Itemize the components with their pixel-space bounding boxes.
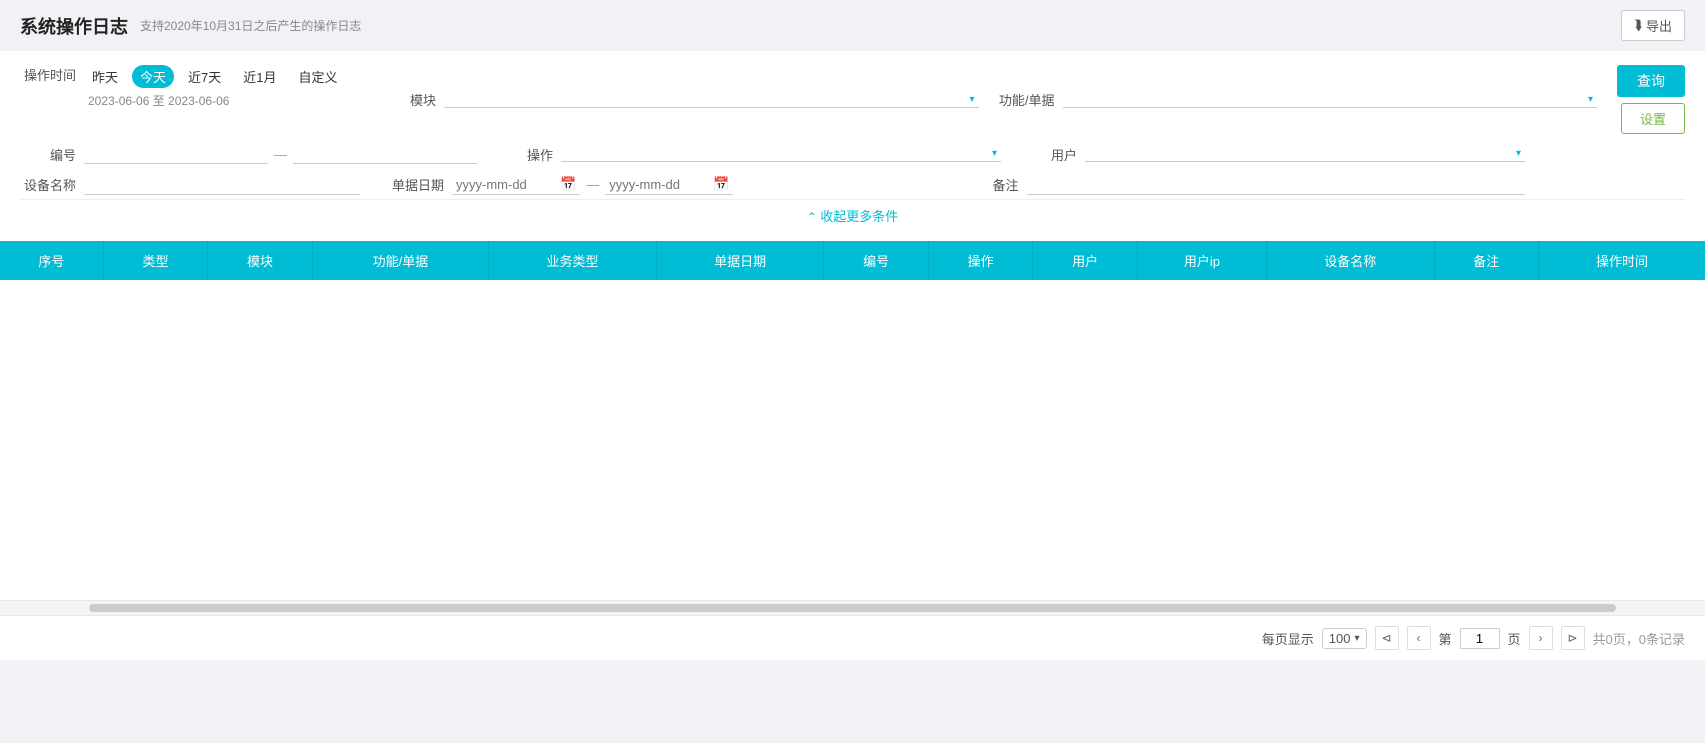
export-icon: ⮯ <box>1634 17 1642 34</box>
table-header-row: 序号 类型 模块 功能/单据 业务类型 单据日期 编号 操作 用户 用户ip 设… <box>0 241 1705 280</box>
voucher-date-end-wrap: 📅 <box>605 174 733 195</box>
calendar-end-icon[interactable]: 📅 <box>713 176 729 192</box>
page-last-button[interactable]: ⊳ <box>1561 626 1585 650</box>
action-buttons: 查询 设置 <box>1617 65 1685 134</box>
table-wrapper: 序号 类型 模块 功能/单据 业务类型 单据日期 编号 操作 用户 用户ip 设… <box>0 241 1705 600</box>
voucher-date-start-input[interactable] <box>456 177 556 192</box>
voucher-date-start-wrap: 📅 <box>452 174 580 195</box>
col-remark: 备注 <box>1434 241 1538 280</box>
voucher-date-end-input[interactable] <box>609 177 709 192</box>
page-summary: 共0页，0条记录 <box>1593 629 1685 648</box>
col-voucher-date: 单据日期 <box>656 241 824 280</box>
time-option-custom[interactable]: 自定义 <box>291 65 346 88</box>
func-dropdown-icon: ▾ <box>1588 94 1593 105</box>
page-unit: 页 <box>1508 629 1521 648</box>
remark-input[interactable] <box>1027 175 1526 195</box>
id-end-input[interactable] <box>293 144 477 164</box>
page-size-dropdown-icon: ▾ <box>1354 633 1359 644</box>
page-prev-button[interactable]: ‹ <box>1407 626 1431 650</box>
col-user: 用户 <box>1033 241 1137 280</box>
voucher-date-dash: — <box>586 177 599 192</box>
collapse-bar[interactable]: ⌃ 收起更多条件 <box>20 199 1685 231</box>
op-dropdown-icon: ▾ <box>992 148 997 159</box>
calendar-start-icon[interactable]: 📅 <box>560 176 576 192</box>
module-label: 模块 <box>380 90 436 109</box>
collapse-label: 收起更多条件 <box>820 209 898 224</box>
time-option-7days[interactable]: 近7天 <box>180 65 229 88</box>
time-option-yesterday[interactable]: 昨天 <box>84 65 126 88</box>
id-label: 编号 <box>20 145 76 164</box>
user-dropdown-icon: ▾ <box>1516 148 1521 159</box>
func-label: 功能/单据 <box>999 90 1055 109</box>
page-first-button[interactable]: ⊲ <box>1375 626 1399 650</box>
page-subtitle: 支持2020年10月31日之后产生的操作日志 <box>140 17 361 34</box>
page-label: 第 <box>1439 629 1452 648</box>
collapse-icon: ⌃ <box>807 210 820 224</box>
op-select[interactable]: ▾ <box>561 146 1001 162</box>
page-next-button[interactable]: › <box>1529 626 1553 650</box>
user-label: 用户 <box>1021 145 1077 164</box>
module-select[interactable]: ▾ <box>444 92 979 108</box>
col-biz-type: 业务类型 <box>489 241 657 280</box>
op-label: 操作 <box>497 145 553 164</box>
time-range-text: 2023-06-06 至 2023-06-06 <box>88 92 346 109</box>
main-table: 序号 类型 模块 功能/单据 业务类型 单据日期 编号 操作 用户 用户ip 设… <box>0 241 1705 280</box>
col-op-time: 操作时间 <box>1539 241 1705 280</box>
col-seq: 序号 <box>0 241 103 280</box>
func-select[interactable]: ▾ <box>1063 92 1598 108</box>
scroll-bar-area <box>0 600 1705 616</box>
id-start-input[interactable] <box>84 144 268 164</box>
time-option-1month[interactable]: 近1月 <box>235 65 284 88</box>
page-title: 系统操作日志 <box>20 13 128 39</box>
empty-area <box>0 280 1705 600</box>
page-size-value: 100 <box>1329 631 1351 646</box>
query-button[interactable]: 查询 <box>1617 65 1685 97</box>
col-device: 设备名称 <box>1266 241 1434 280</box>
col-type: 类型 <box>103 241 207 280</box>
time-option-today[interactable]: 今天 <box>132 65 174 88</box>
user-select[interactable]: ▾ <box>1085 146 1525 162</box>
device-input[interactable] <box>84 175 360 195</box>
id-dash: — <box>274 147 287 162</box>
export-button[interactable]: ⮯ 导出 <box>1621 10 1685 41</box>
col-user-ip: 用户ip <box>1137 241 1266 280</box>
fake-scrollbar[interactable] <box>89 604 1616 612</box>
remark-label: 备注 <box>963 175 1019 194</box>
col-module: 模块 <box>208 241 312 280</box>
pagination: 每页显示 100 ▾ ⊲ ‹ 第 页 › ⊳ 共0页，0条记录 <box>0 616 1705 660</box>
filter-area: 操作时间 昨天 今天 近7天 近1月 自定义 2023-06-06 至 2023… <box>0 51 1705 241</box>
time-label: 操作时间 <box>20 65 76 84</box>
col-id: 编号 <box>824 241 928 280</box>
page-input[interactable] <box>1460 628 1500 649</box>
page-size-select[interactable]: 100 ▾ <box>1322 628 1367 649</box>
col-func: 功能/单据 <box>312 241 488 280</box>
voucher-date-label: 单据日期 <box>380 175 444 194</box>
module-dropdown-icon: ▾ <box>969 94 974 105</box>
device-label: 设备名称 <box>20 175 76 194</box>
settings-button[interactable]: 设置 <box>1621 103 1685 134</box>
col-op: 操作 <box>928 241 1032 280</box>
page-size-label: 每页显示 <box>1262 629 1314 648</box>
